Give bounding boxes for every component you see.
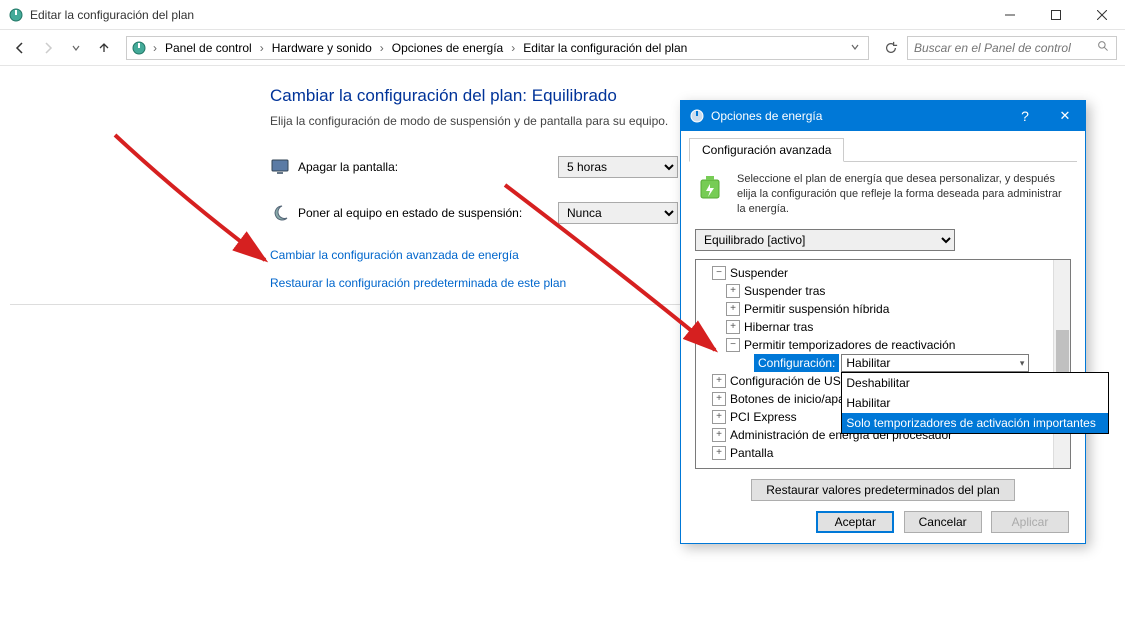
chevron-down-icon: ▾: [1020, 354, 1025, 372]
dropdown-option[interactable]: Habilitar: [842, 393, 1108, 413]
chevron-right-icon: ›: [509, 41, 517, 55]
up-button[interactable]: [92, 36, 116, 60]
display-off-select[interactable]: 5 horas: [558, 156, 678, 178]
monitor-icon: [270, 157, 290, 177]
dropdown-option[interactable]: Solo temporizadores de activación import…: [842, 413, 1108, 433]
power-options-icon: [131, 40, 147, 56]
moon-icon: [270, 203, 290, 223]
tree-scrollbar[interactable]: [1053, 260, 1070, 468]
dialog-titlebar[interactable]: Opciones de energía ? ✕: [681, 101, 1085, 131]
navigation-toolbar: › Panel de control › Hardware y sonido ›…: [0, 30, 1125, 66]
expand-icon[interactable]: +: [712, 374, 726, 388]
dialog-info-text: Seleccione el plan de energía que desea …: [737, 172, 1071, 217]
plan-select[interactable]: Equilibrado [activo]: [695, 229, 955, 251]
tree-item-hybrid-sleep[interactable]: +Permitir suspensión híbrida: [698, 300, 1068, 318]
power-plan-icon: [8, 7, 24, 23]
wake-timers-select[interactable]: Habilitar ▾ Deshabilitar Habilitar Solo …: [841, 354, 1029, 372]
power-options-dialog: Opciones de energía ? ✕ Configuración av…: [680, 100, 1086, 544]
dialog-title: Opciones de energía: [711, 109, 1005, 123]
back-button[interactable]: [8, 36, 32, 60]
search-box[interactable]: [907, 36, 1117, 60]
tab-advanced-config[interactable]: Configuración avanzada: [689, 138, 844, 162]
wake-timers-dropdown: Deshabilitar Habilitar Solo temporizador…: [841, 372, 1109, 434]
chevron-right-icon: ›: [258, 41, 266, 55]
expand-icon[interactable]: +: [726, 302, 740, 316]
breadcrumb[interactable]: › Panel de control › Hardware y sonido ›…: [126, 36, 869, 60]
dialog-help-button[interactable]: ?: [1005, 108, 1045, 124]
expand-icon[interactable]: +: [712, 410, 726, 424]
breadcrumb-dropdown[interactable]: [846, 41, 864, 55]
restore-plan-defaults-button[interactable]: Restaurar valores predeterminados del pl…: [751, 479, 1014, 501]
breadcrumb-item[interactable]: Opciones de energía: [388, 39, 507, 57]
tree-item-wake-timers[interactable]: −Permitir temporizadores de reactivación: [698, 336, 1068, 354]
dialog-close-button[interactable]: ✕: [1045, 108, 1085, 124]
wake-timers-config-row: Configuración: Habilitar ▾ Deshabilitar …: [698, 354, 1068, 372]
expand-icon[interactable]: +: [712, 392, 726, 406]
power-options-icon: [689, 108, 705, 124]
search-input[interactable]: [914, 41, 1093, 55]
breadcrumb-item[interactable]: Panel de control: [161, 39, 256, 57]
chevron-right-icon: ›: [378, 41, 386, 55]
dialog-tabs: Configuración avanzada: [689, 137, 1077, 162]
forward-button[interactable]: [36, 36, 60, 60]
collapse-icon[interactable]: −: [726, 338, 740, 352]
search-icon[interactable]: [1097, 40, 1110, 56]
recent-locations-button[interactable]: [64, 36, 88, 60]
display-off-label: Apagar la pantalla:: [298, 160, 558, 174]
settings-tree: −Suspender +Suspender tras +Permitir sus…: [695, 259, 1071, 469]
apply-button[interactable]: Aplicar: [991, 511, 1069, 533]
minimize-button[interactable]: [987, 0, 1033, 30]
maximize-button[interactable]: [1033, 0, 1079, 30]
chevron-right-icon: ›: [151, 41, 159, 55]
sleep-select[interactable]: Nunca: [558, 202, 678, 224]
expand-icon[interactable]: +: [712, 428, 726, 442]
cancel-button[interactable]: Cancelar: [904, 511, 982, 533]
dropdown-option[interactable]: Deshabilitar: [842, 373, 1108, 393]
tree-item-suspend[interactable]: −Suspender: [698, 264, 1068, 282]
collapse-icon[interactable]: −: [712, 266, 726, 280]
breadcrumb-item[interactable]: Hardware y sonido: [268, 39, 376, 57]
close-button[interactable]: [1079, 0, 1125, 30]
window-titlebar: Editar la configuración del plan: [0, 0, 1125, 30]
tree-item-suspend-after[interactable]: +Suspender tras: [698, 282, 1068, 300]
tree-item-hibernate-after[interactable]: +Hibernar tras: [698, 318, 1068, 336]
ok-button[interactable]: Aceptar: [816, 511, 894, 533]
sleep-label: Poner al equipo en estado de suspensión:: [298, 206, 558, 220]
refresh-button[interactable]: [879, 36, 903, 60]
expand-icon[interactable]: +: [726, 320, 740, 334]
breadcrumb-item[interactable]: Editar la configuración del plan: [519, 39, 691, 57]
expand-icon[interactable]: +: [712, 446, 726, 460]
config-label: Configuración:: [754, 354, 839, 372]
window-title: Editar la configuración del plan: [30, 8, 987, 22]
wake-timers-value: Habilitar: [846, 354, 890, 372]
expand-icon[interactable]: +: [726, 284, 740, 298]
tree-item-display[interactable]: +Pantalla: [698, 444, 1068, 462]
battery-icon: [695, 172, 727, 204]
